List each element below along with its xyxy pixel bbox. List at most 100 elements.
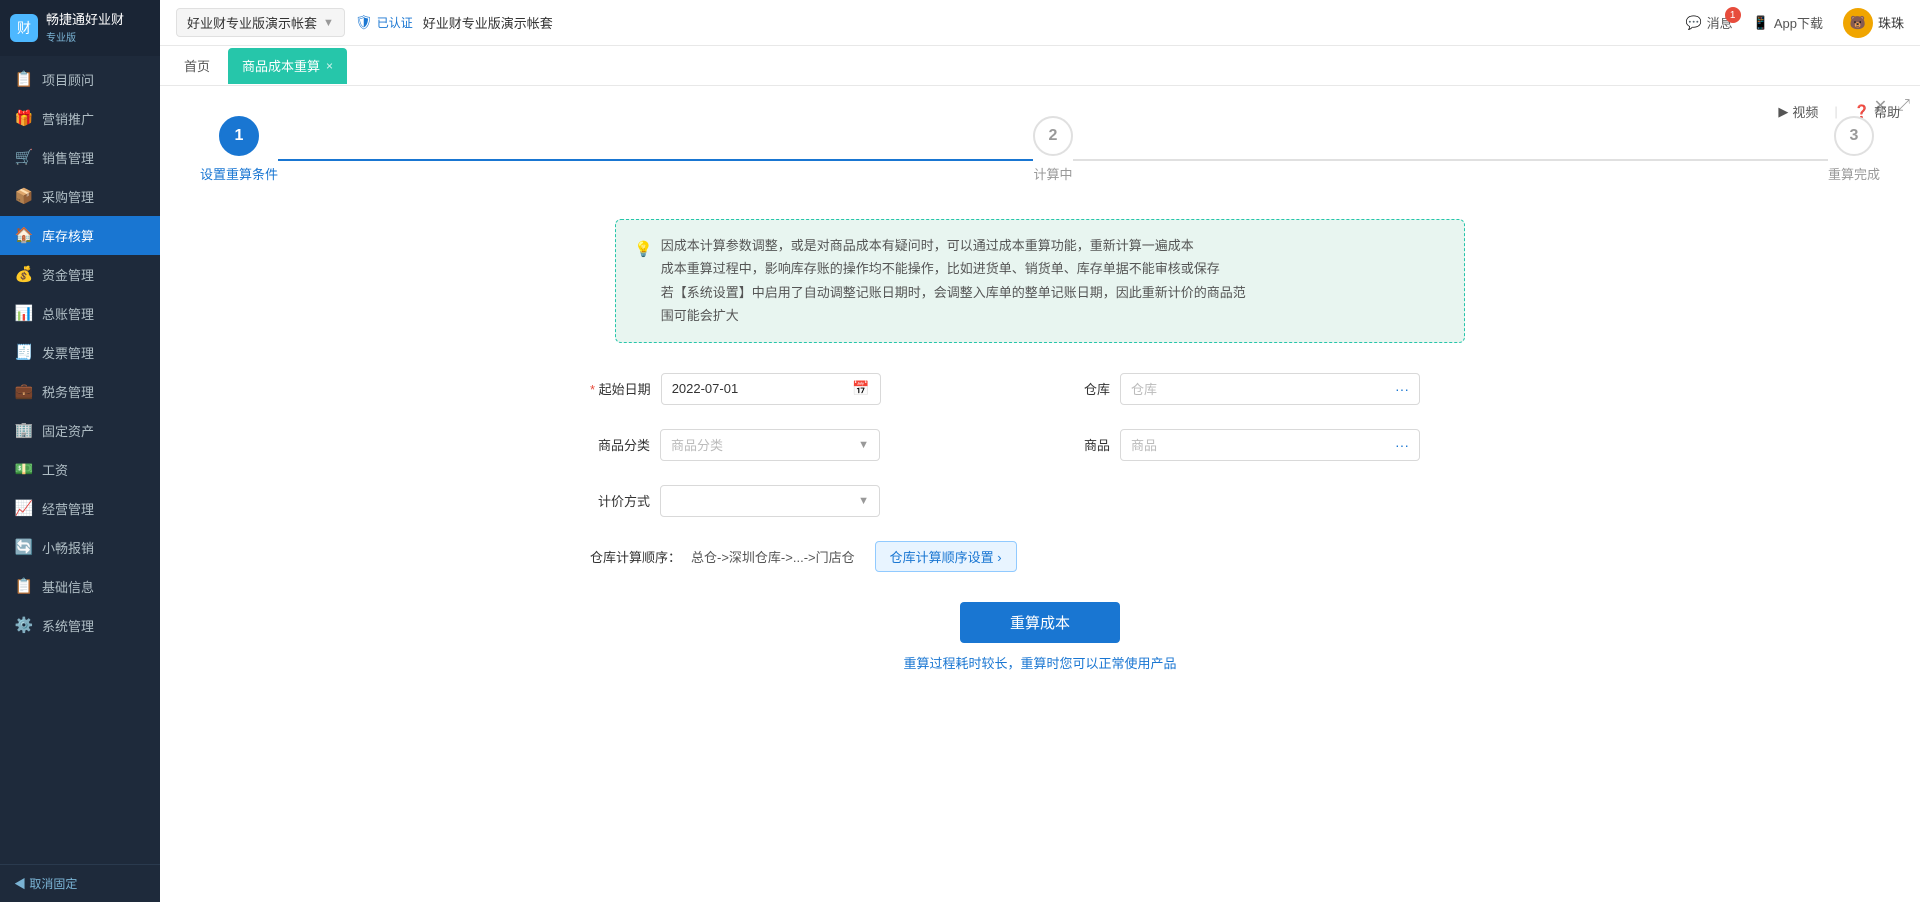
sidebar-logo: 财 畅捷通好业财 专业版: [0, 0, 160, 56]
logo-icon: 财: [10, 14, 38, 42]
pricing-select[interactable]: ▼: [660, 485, 880, 517]
sidebar-item-label: 基础信息: [42, 577, 94, 596]
sidebar-item-label: 资金管理: [42, 265, 94, 284]
product-more-icon[interactable]: ···: [1395, 437, 1409, 453]
sidebar-item-accounting[interactable]: 📊 总账管理: [0, 294, 160, 333]
shield-icon: 🛡: [355, 14, 373, 31]
topbar: 好业财专业版演示帐套 ▼ 🛡 已认证 好业财专业版演示帐套 💬 消息 1 📱 A…: [160, 0, 1920, 46]
sidebar-item-assets[interactable]: 🏢 固定资产: [0, 411, 160, 450]
sidebar-item-finance[interactable]: 💰 资金管理: [0, 255, 160, 294]
finance-icon: 💰: [14, 265, 34, 283]
sidebar-item-label: 小畅报销: [42, 538, 94, 557]
recalc-button[interactable]: 重算成本: [960, 602, 1120, 643]
sidebar-items: 📋 项目顾问 🎁 营销推广 🛒 销售管理 📦 采购管理 🏠 库存核算 💰 资金管…: [0, 56, 160, 864]
sidebar-item-label: 采购管理: [42, 187, 94, 206]
sidebar-item-basic[interactable]: 📋 基础信息: [0, 567, 160, 606]
user-avatar-area[interactable]: 🐻 珠珠: [1843, 8, 1904, 38]
page-content: ✕ ⤢ ▶ 视频 | ❓ 帮助 1: [160, 86, 1920, 902]
accounting-icon: 📊: [14, 304, 34, 322]
account-select-label: 好业财专业版演示帐套: [187, 13, 317, 32]
sidebar-item-expense[interactable]: 🔄 小畅报销: [0, 528, 160, 567]
category-select[interactable]: 商品分类 ▼: [660, 429, 880, 461]
product-label: 商品: [1050, 435, 1110, 454]
sidebar-item-salary[interactable]: 💵 工资: [0, 450, 160, 489]
form-area: 起始日期 2022-07-01 📅 仓库 仓库 ···: [590, 373, 1490, 672]
sidebar-item-tax[interactable]: 💼 税务管理: [0, 372, 160, 411]
product-group: 商品 商品 ···: [1050, 429, 1490, 461]
warehouse-order-value: 总仓->深圳仓库->...->门店仓: [691, 547, 855, 566]
pricing-group: 计价方式 ▼: [590, 485, 1030, 517]
start-date-value: 2022-07-01: [672, 381, 739, 396]
info-line-2: 成本重算过程中，影响库存账的操作均不能操作，比如进货单、销货单、库存单据不能审核…: [661, 257, 1246, 280]
chat-icon: 💬: [1685, 15, 1701, 31]
step-2: 2 计算中: [1033, 116, 1073, 183]
category-arrow-icon: ▼: [858, 439, 869, 451]
sidebar-item-label: 固定资产: [42, 421, 94, 440]
tax-icon: 💼: [14, 382, 34, 400]
sidebar-item-label: 经营管理: [42, 499, 94, 518]
sidebar-item-system[interactable]: ⚙️ 系统管理: [0, 606, 160, 645]
product-input[interactable]: 商品 ···: [1120, 429, 1420, 461]
invoice-icon: 🧾: [14, 343, 34, 361]
expense-icon: 🔄: [14, 538, 34, 556]
form-row-3: 计价方式 ▼: [590, 485, 1490, 517]
phone-icon: 📱: [1753, 15, 1769, 31]
step-connector-1: [278, 159, 1033, 161]
recalc-section: 重算成本 重算过程耗时较长，重算时您可以正常使用产品: [590, 602, 1490, 672]
salary-icon: 💵: [14, 460, 34, 478]
main-area: 好业财专业版演示帐套 ▼ 🛡 已认证 好业财专业版演示帐套 💬 消息 1 📱 A…: [160, 0, 1920, 902]
operation-icon: 📈: [14, 499, 34, 517]
sidebar-item-label: 营销推广: [42, 109, 94, 128]
sidebar: 财 畅捷通好业财 专业版 📋 项目顾问 🎁 营销推广 🛒 销售管理 📦 采购管理…: [0, 0, 160, 902]
form-row-2: 商品分类 商品分类 ▼ 商品 商品 ···: [590, 429, 1490, 461]
app-download-label: App下载: [1774, 13, 1823, 32]
warehouse-order-btn-label: 仓库计算顺序设置 ›: [890, 547, 1002, 566]
info-icon: 💡: [634, 236, 653, 263]
warehouse-order-row: 仓库计算顺序： 总仓->深圳仓库->...->门店仓 仓库计算顺序设置 ›: [590, 541, 1490, 572]
sidebar-unpin[interactable]: ◀ 取消固定: [0, 864, 160, 902]
product-placeholder: 商品: [1131, 435, 1157, 454]
form-row-1: 起始日期 2022-07-01 📅 仓库 仓库 ···: [590, 373, 1490, 405]
topbar-right: 💬 消息 1 📱 App下载 🐻 珠珠: [1685, 8, 1904, 38]
sidebar-item-label: 总账管理: [42, 304, 94, 323]
sidebar-item-project[interactable]: 📋 项目顾问: [0, 60, 160, 99]
step-2-circle: 2: [1033, 116, 1073, 156]
tab-home[interactable]: 首页: [170, 48, 224, 84]
start-date-label: 起始日期: [590, 379, 651, 398]
sidebar-item-marketing[interactable]: 🎁 营销推广: [0, 99, 160, 138]
message-badge: 1: [1725, 7, 1741, 23]
sidebar-item-inventory[interactable]: 🏠 库存核算: [0, 216, 160, 255]
info-box: 💡 因成本计算参数调整，或是对商品成本有疑问时，可以通过成本重算功能，重新计算一…: [615, 219, 1465, 343]
warehouse-order-settings-button[interactable]: 仓库计算顺序设置 ›: [875, 541, 1017, 572]
info-line-1: 因成本计算参数调整，或是对商品成本有疑问时，可以通过成本重算功能，重新计算一遍成…: [661, 234, 1246, 257]
verified-badge: 🛡 已认证: [355, 14, 413, 31]
sidebar-item-operation[interactable]: 📈 经营管理: [0, 489, 160, 528]
account-selector[interactable]: 好业财专业版演示帐套 ▼: [176, 8, 345, 37]
warehouse-placeholder: 仓库: [1131, 379, 1157, 398]
username: 珠珠: [1878, 13, 1904, 32]
app-download-button[interactable]: 📱 App下载: [1753, 13, 1823, 32]
tab-home-label: 首页: [184, 56, 210, 75]
video-button[interactable]: ▶ 视频: [1778, 102, 1818, 121]
steps-wrapper: 1 设置重算条件 2 计算中 3 重算完成: [200, 116, 1880, 183]
warehouse-order-label: 仓库计算顺序：: [590, 547, 681, 566]
message-button[interactable]: 💬 消息 1: [1685, 13, 1732, 32]
tab-close-icon[interactable]: ×: [326, 59, 333, 73]
sidebar-item-sales[interactable]: 🛒 销售管理: [0, 138, 160, 177]
start-date-input[interactable]: 2022-07-01 📅: [661, 373, 881, 405]
warehouse-more-icon[interactable]: ···: [1395, 381, 1409, 397]
sidebar-item-invoice[interactable]: 🧾 发票管理: [0, 333, 160, 372]
info-line-4: 围可能会扩大: [661, 304, 1246, 327]
purchase-icon: 📦: [14, 187, 34, 205]
recalc-hint: 重算过程耗时较长，重算时您可以正常使用产品: [903, 653, 1176, 672]
recalc-label: 重算成本: [1010, 615, 1070, 632]
avatar: 🐻: [1843, 8, 1873, 38]
tab-recalc[interactable]: 商品成本重算 ×: [228, 48, 347, 84]
basic-icon: 📋: [14, 577, 34, 595]
sidebar-item-purchase[interactable]: 📦 采购管理: [0, 177, 160, 216]
sidebar-item-label: 项目顾问: [42, 70, 94, 89]
assets-icon: 🏢: [14, 421, 34, 439]
warehouse-input[interactable]: 仓库 ···: [1120, 373, 1420, 405]
calendar-icon: 📅: [852, 380, 869, 397]
tab-recalc-label: 商品成本重算: [242, 56, 320, 75]
